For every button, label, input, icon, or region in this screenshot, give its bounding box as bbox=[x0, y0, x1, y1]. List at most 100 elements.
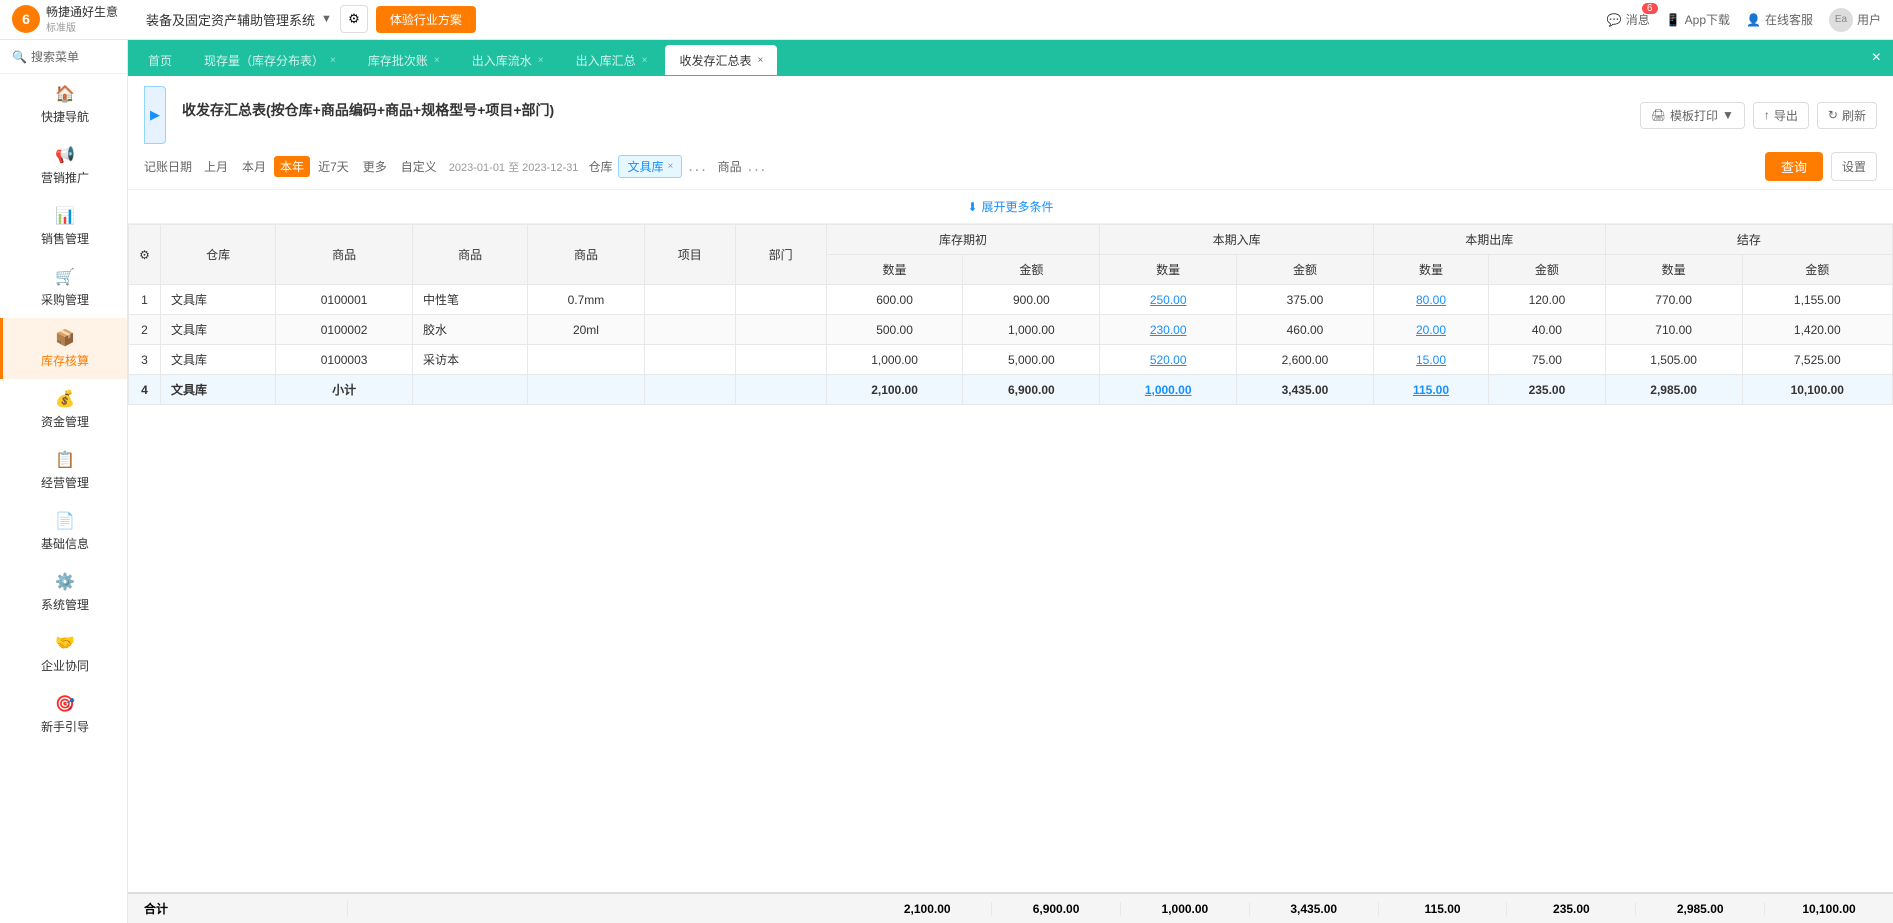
row1-warehouse: 文具库 bbox=[161, 285, 276, 315]
sidebar-item-basic-info[interactable]: 📄 基础信息 bbox=[0, 501, 127, 562]
total-init-amt: 6,900.00 bbox=[992, 902, 1121, 916]
sidebar-item-newbie[interactable]: 🎯 新手引导 bbox=[0, 684, 127, 745]
query-btn[interactable]: 查询 bbox=[1765, 152, 1823, 181]
sidebar-item-finance[interactable]: 💰 资金管理 bbox=[0, 379, 127, 440]
date-btn-custom[interactable]: 自定义 bbox=[395, 156, 443, 177]
app-name-block: 畅捷通好生意 标准版 bbox=[46, 5, 118, 34]
message-icon: 💬 bbox=[1607, 13, 1622, 27]
tab-bar-close-btn[interactable]: × bbox=[1864, 49, 1889, 67]
top-bar-left: 6 畅捷通好生意 标准版 装备及固定资产辅助管理系统 ▼ ⚙ 体验行业方案 bbox=[12, 5, 476, 34]
content-area: ▶ 收发存汇总表(按仓库+商品编码+商品+规格型号+项目+部门) 🖨 模板打印 … bbox=[128, 76, 1893, 923]
subtotal-label: 小计 bbox=[276, 375, 413, 405]
tab-batch[interactable]: 库存批次账 × bbox=[354, 45, 454, 75]
search-menu-label: 搜索菜单 bbox=[31, 48, 79, 65]
row3-out-qty[interactable]: 15.00 bbox=[1373, 345, 1488, 375]
subtotal-in-qty[interactable]: 1,000.00 bbox=[1100, 375, 1237, 405]
finance-icon: 💰 bbox=[55, 389, 75, 409]
user-btn[interactable]: Ea 用户 bbox=[1829, 8, 1881, 32]
row2-out-qty[interactable]: 20.00 bbox=[1373, 315, 1488, 345]
tab-inout-flow[interactable]: 出入库流水 × bbox=[458, 45, 558, 75]
sidebar-label-marketing: 营销推广 bbox=[41, 169, 89, 186]
app-download-btn[interactable]: 📱 App下载 bbox=[1666, 11, 1730, 28]
warehouse-tag-close[interactable]: × bbox=[667, 161, 673, 172]
sidebar-item-sales[interactable]: 📊 销售管理 bbox=[0, 196, 127, 257]
sidebar-item-cooperation[interactable]: 🤝 企业协同 bbox=[0, 623, 127, 684]
settings-small-btn[interactable]: 设置 bbox=[1831, 152, 1877, 181]
tab-inout-summary-label: 出入库汇总 bbox=[576, 52, 636, 69]
row1-in-qty[interactable]: 250.00 bbox=[1100, 285, 1237, 315]
sidebar-item-marketing[interactable]: 📢 营销推广 bbox=[0, 135, 127, 196]
tab-inout-flow-close[interactable]: × bbox=[538, 55, 544, 66]
row1-dept bbox=[735, 285, 826, 315]
warehouse-dots[interactable]: ... bbox=[688, 158, 707, 176]
total-in-amt: 3,435.00 bbox=[1250, 902, 1379, 916]
sidebar-item-purchase[interactable]: 🛒 采购管理 bbox=[0, 257, 127, 318]
sidebar-item-inventory[interactable]: 📦 库存核算 bbox=[0, 318, 127, 379]
row3-in-qty[interactable]: 520.00 bbox=[1100, 345, 1237, 375]
sidebar-label-quick-nav: 快捷导航 bbox=[41, 108, 89, 125]
tab-batch-close[interactable]: × bbox=[434, 55, 440, 66]
col-code-header: 商品 bbox=[276, 225, 413, 285]
date-btn-this-month[interactable]: 本月 bbox=[236, 156, 272, 177]
subtotal-out-qty[interactable]: 115.00 bbox=[1373, 375, 1488, 405]
tab-recv-summary-close[interactable]: × bbox=[757, 55, 763, 66]
date-btn-last-month[interactable]: 上月 bbox=[198, 156, 234, 177]
col-balance-header: 结存 bbox=[1605, 225, 1892, 255]
tab-recv-summary[interactable]: 收发存汇总表 × bbox=[665, 45, 777, 75]
row3-dept bbox=[735, 345, 826, 375]
refresh-btn[interactable]: ↻ 刷新 bbox=[1817, 102, 1877, 129]
date-btn-7days[interactable]: 近7天 bbox=[312, 156, 355, 177]
sidebar-item-system[interactable]: ⚙️ 系统管理 bbox=[0, 562, 127, 623]
tab-inventory-dist[interactable]: 现存量（库存分布表） × bbox=[190, 45, 350, 75]
row2-in-qty[interactable]: 230.00 bbox=[1100, 315, 1237, 345]
system-title-dropdown[interactable]: ▼ bbox=[321, 13, 332, 25]
user-label: 用户 bbox=[1857, 11, 1881, 28]
subtotal-col4 bbox=[528, 375, 645, 405]
page-title: 收发存汇总表(按仓库+商品编码+商品+规格型号+项目+部门) bbox=[182, 100, 554, 120]
total-init-qty: 2,100.00 bbox=[863, 902, 992, 916]
row3-no: 3 bbox=[129, 345, 161, 375]
goods-dots[interactable]: ... bbox=[748, 158, 767, 176]
row2-code: 0100002 bbox=[276, 315, 413, 345]
expand-label: 展开更多条件 bbox=[982, 198, 1054, 215]
row3-out-amt: 75.00 bbox=[1489, 345, 1606, 375]
print-btn[interactable]: 🖨 模板打印 ▼ bbox=[1640, 102, 1745, 129]
purchase-icon: 🛒 bbox=[55, 267, 75, 287]
col-settings[interactable]: ⚙ bbox=[129, 225, 161, 285]
service-icon: 👤 bbox=[1746, 13, 1761, 27]
row1-spec: 0.7mm bbox=[528, 285, 645, 315]
row1-out-qty[interactable]: 80.00 bbox=[1373, 285, 1488, 315]
row3-spec bbox=[528, 345, 645, 375]
row1-init-qty: 600.00 bbox=[826, 285, 963, 315]
refresh-label: 刷新 bbox=[1842, 107, 1866, 124]
table-row: 3 文具库 0100003 采访本 1,000.00 5,000.00 520.… bbox=[129, 345, 1893, 375]
query-action-section: 查询 设置 bbox=[1765, 152, 1877, 181]
col-in-header: 本期入库 bbox=[1100, 225, 1374, 255]
tab-inventory-dist-close[interactable]: × bbox=[330, 55, 336, 66]
col-out-qty-header: 数量 bbox=[1373, 255, 1488, 285]
filter-expand-row: ⬇ 展开更多条件 bbox=[128, 190, 1893, 224]
message-btn[interactable]: 💬 消息 6 bbox=[1607, 11, 1650, 28]
system-title-block: 装备及固定资产辅助管理系统 ▼ bbox=[146, 10, 332, 29]
search-menu-item[interactable]: 🔍 搜索菜单 bbox=[0, 40, 127, 74]
tab-inout-summary[interactable]: 出入库汇总 × bbox=[562, 45, 662, 75]
tab-inout-summary-close[interactable]: × bbox=[642, 55, 648, 66]
tab-home[interactable]: 首页 bbox=[134, 45, 186, 75]
collapse-sidebar-btn[interactable]: ▶ bbox=[144, 86, 166, 144]
sidebar-label-cooperation: 企业协同 bbox=[41, 657, 89, 674]
sidebar-item-operations[interactable]: 📋 经营管理 bbox=[0, 440, 127, 501]
trial-btn[interactable]: 体验行业方案 bbox=[376, 6, 476, 33]
date-btn-more[interactable]: 更多 bbox=[357, 156, 393, 177]
expand-more-btn[interactable]: ⬇ 展开更多条件 bbox=[959, 194, 1061, 219]
row1-name: 中性笔 bbox=[413, 285, 528, 315]
global-settings-btn[interactable]: ⚙ bbox=[340, 5, 368, 33]
col-bal-amt-header: 金额 bbox=[1742, 255, 1892, 285]
system-title-text: 装备及固定资产辅助管理系统 bbox=[146, 10, 315, 29]
online-service-btn[interactable]: 👤 在线客服 bbox=[1746, 11, 1813, 28]
date-btn-this-year[interactable]: 本年 bbox=[274, 156, 310, 177]
operations-icon: 📋 bbox=[55, 450, 75, 470]
export-btn[interactable]: ↑ 导出 bbox=[1753, 102, 1809, 129]
online-service-label: 在线客服 bbox=[1765, 11, 1813, 28]
message-badge: 6 bbox=[1642, 3, 1658, 14]
sidebar-item-quick-nav[interactable]: 🏠 快捷导航 bbox=[0, 74, 127, 135]
